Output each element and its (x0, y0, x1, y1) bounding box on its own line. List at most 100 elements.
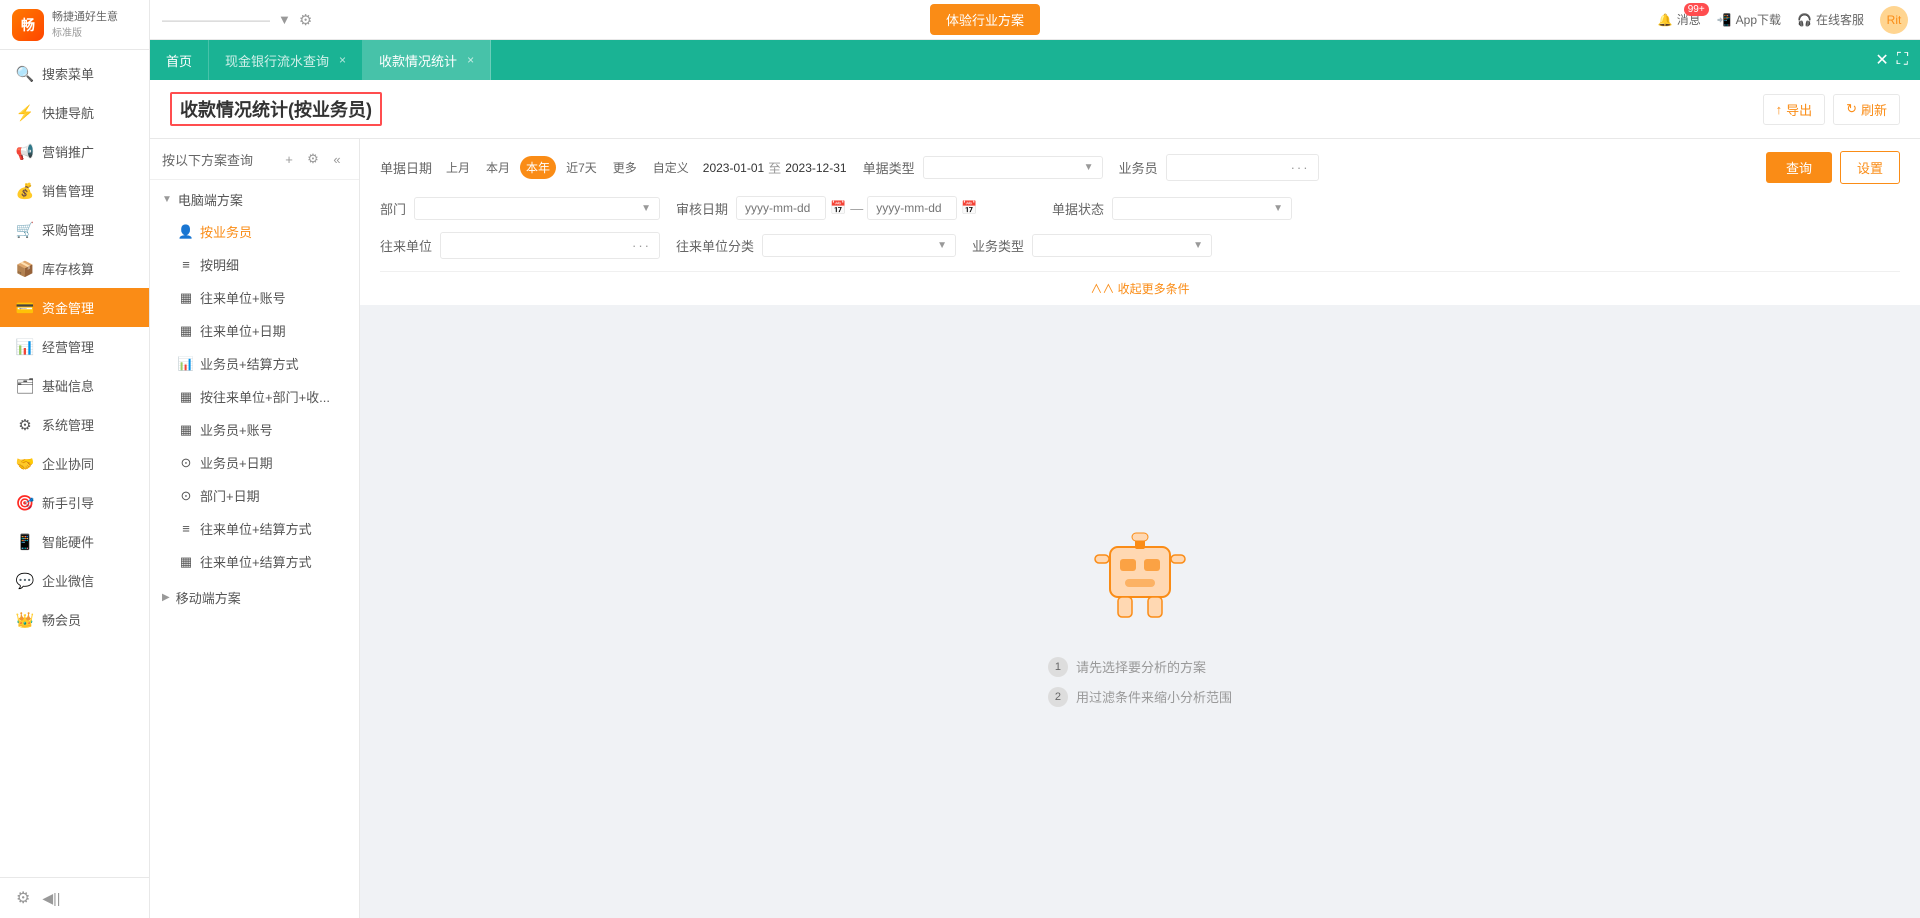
date-last-7-btn[interactable]: 近7天 (560, 156, 603, 179)
date-this-year-btn[interactable]: 本年 (520, 156, 556, 179)
scheme-item-dept-date[interactable]: ⊙ 部门+日期 (150, 479, 359, 512)
page-title: 收款情况统计(按业务员) (170, 92, 382, 126)
setting-button[interactable]: 设置 (1840, 151, 1900, 184)
tab-home[interactable]: 首页 (150, 40, 209, 80)
query-button[interactable]: 查询 (1766, 152, 1832, 183)
voucher-type-label: 单据类型 (863, 158, 915, 177)
review-date-to-input[interactable] (867, 196, 957, 220)
message-button[interactable]: 🔔 消息 99+ (1658, 11, 1701, 28)
review-date-from-input[interactable] (736, 196, 826, 220)
top-header-right: 🔔 消息 99+ 📲 App下载 🎧 在线客服 Rit (1658, 6, 1908, 34)
tab-close-all-button[interactable]: ✕ (1875, 50, 1888, 70)
filter-area: 单据日期 上月 本月 本年 近7天 更多 自定义 2023-01-01 (360, 139, 1920, 305)
search-icon: 🔍 (16, 65, 34, 83)
review-calendar-icon[interactable]: 📅 (830, 200, 846, 216)
sidebar-item-corp[interactable]: 🤝 企业协同 (0, 444, 149, 483)
sidebar-item-label: 畅会员 (42, 610, 81, 629)
settings-icon[interactable]: ⚙ (16, 888, 30, 908)
sidebar-item-purchase[interactable]: 🛒 采购管理 (0, 210, 149, 249)
logo-text: 畅捷通好生意 (52, 10, 118, 24)
tab-bank-flow[interactable]: 现金银行流水查询 × (209, 40, 363, 80)
corp-icon: 🤝 (16, 455, 34, 473)
dept-select[interactable]: ▼ (414, 197, 660, 220)
member-icon: 👑 (16, 611, 34, 629)
date-more-btn[interactable]: 更多 (607, 156, 643, 179)
review-calendar2-icon[interactable]: 📅 (961, 200, 977, 216)
scheme-item-salesman-settlement[interactable]: 📊 业务员+结算方式 (150, 347, 359, 380)
scheme-item-label: 业务员+结算方式 (200, 354, 299, 373)
tab-collection-stat[interactable]: 收款情况统计 × (363, 40, 491, 80)
date-custom-btn[interactable]: 自定义 (647, 156, 695, 179)
salesman-date-icon: ⊙ (178, 455, 194, 471)
scheme-item-by-salesman[interactable]: 👤 按业务员 (150, 215, 359, 248)
scheme-settings-icon[interactable]: ⚙ (303, 149, 323, 169)
scheme-header-title: 按以下方案查询 (162, 150, 253, 169)
scheme-item-label: 按业务员 (200, 222, 252, 241)
tab-maximize-button[interactable]: ⛶ (1897, 51, 1908, 69)
wechat-icon: 💬 (16, 572, 34, 590)
scheme-item-counterpart-settlement1[interactable]: ≡ 往来单位+结算方式 (150, 512, 359, 545)
sidebar-item-inventory[interactable]: 📦 库存核算 (0, 249, 149, 288)
voucher-status-select[interactable]: ▼ (1112, 197, 1292, 220)
tab-collection-stat-close[interactable]: × (467, 53, 474, 67)
sidebar-item-search[interactable]: 🔍 搜索菜单 (0, 54, 149, 93)
marketing-icon: 📢 (16, 143, 34, 161)
refresh-icon: ↻ (1846, 101, 1857, 117)
filter-collapse-button[interactable]: ∧∧ 收起更多条件 (380, 271, 1900, 305)
sidebar-item-wechat[interactable]: 💬 企业微信 (0, 561, 149, 600)
scheme-item-counterpart-settlement2[interactable]: ▦ 往来单位+结算方式 (150, 545, 359, 578)
sidebar-item-hardware[interactable]: 📱 智能硬件 (0, 522, 149, 561)
date-this-month-btn[interactable]: 本月 (480, 156, 516, 179)
counterpart-select[interactable]: ··· (440, 232, 660, 259)
sidebar-item-label: 企业微信 (42, 571, 94, 590)
desktop-scheme-group-title[interactable]: ▼ 电脑端方案 (150, 184, 359, 215)
scheme-item-counterpart-account[interactable]: ▦ 往来单位+账号 (150, 281, 359, 314)
scheme-item-salesman-date[interactable]: ⊙ 业务员+日期 (150, 446, 359, 479)
tab-bank-flow-close[interactable]: × (339, 53, 346, 67)
scheme-collapse-icon[interactable]: « (327, 149, 347, 169)
mobile-scheme-group[interactable]: ▶ 移动端方案 (150, 582, 359, 613)
sidebar-item-basic[interactable]: 🗂 基础信息 (0, 366, 149, 405)
sidebar-item-system[interactable]: ⚙ 系统管理 (0, 405, 149, 444)
finance-icon: 💳 (16, 299, 34, 317)
scheme-item-counterpart-date[interactable]: ▦ 往来单位+日期 (150, 314, 359, 347)
refresh-button[interactable]: ↻ 刷新 (1833, 94, 1900, 125)
app-download-button[interactable]: 📲 App下载 (1717, 11, 1781, 28)
counterpart-date-icon: ▦ (178, 323, 194, 339)
scheme-item-by-detail[interactable]: ≡ 按明细 (150, 248, 359, 281)
export-button[interactable]: ↑ 导出 (1763, 94, 1826, 125)
counterpart-settlement1-icon: ≡ (178, 521, 194, 537)
scheme-item-label: 往来单位+结算方式 (200, 519, 312, 538)
user-avatar[interactable]: Rit (1880, 6, 1908, 34)
trial-scheme-button[interactable]: 体验行业方案 (930, 4, 1040, 35)
salesman-filter-item: 业务员 ··· (1119, 154, 1319, 181)
sidebar-item-guide[interactable]: 🎯 新手引导 (0, 483, 149, 522)
body-split: 按以下方案查询 + ⚙ « ▼ 电脑端方案 👤 按业务员 (150, 139, 1920, 918)
sidebar-item-finance[interactable]: 💳 资金管理 (0, 288, 149, 327)
app-download-label: App下载 (1736, 11, 1781, 28)
collapse-icon[interactable]: ◀|| (42, 890, 60, 907)
date-last-month-btn[interactable]: 上月 (440, 156, 476, 179)
sidebar-item-quick-nav[interactable]: ⚡ 快捷导航 (0, 93, 149, 132)
scheme-item-counterpart-dept[interactable]: ▦ 按往来单位+部门+收... (150, 380, 359, 413)
sidebar-item-member[interactable]: 👑 畅会员 (0, 600, 149, 639)
top-header: ————————— ▼ ⚙ 体验行业方案 🔔 消息 99+ 📲 App下载 🎧 … (150, 0, 1920, 40)
dropdown-arrow-icon[interactable]: ▼ (278, 12, 291, 27)
sales-icon: 💰 (16, 182, 34, 200)
sidebar-item-sales[interactable]: 💰 销售管理 (0, 171, 149, 210)
scheme-add-icon[interactable]: + (279, 149, 299, 169)
hardware-icon: 📱 (16, 533, 34, 551)
filter-row-2: 部门 ▼ 审核日期 📅 — (380, 196, 1900, 220)
sidebar-item-marketing[interactable]: 📢 营销推广 (0, 132, 149, 171)
voucher-type-select[interactable]: ▼ (923, 156, 1103, 179)
sidebar-item-operation[interactable]: 📊 经营管理 (0, 327, 149, 366)
sidebar-item-label: 快捷导航 (42, 103, 94, 122)
business-type-select[interactable]: ▼ (1032, 234, 1212, 257)
gear-settings-icon[interactable]: ⚙ (299, 11, 312, 29)
online-service-button[interactable]: 🎧 在线客服 (1797, 11, 1864, 28)
main-wrapper: ————————— ▼ ⚙ 体验行业方案 🔔 消息 99+ 📲 App下载 🎧 … (150, 0, 1920, 918)
scheme-item-salesman-account[interactable]: ▦ 业务员+账号 (150, 413, 359, 446)
salesman-settlement-icon: 📊 (178, 356, 194, 372)
counterpart-category-select[interactable]: ▼ (762, 234, 956, 257)
salesman-select[interactable]: ··· (1166, 154, 1319, 181)
